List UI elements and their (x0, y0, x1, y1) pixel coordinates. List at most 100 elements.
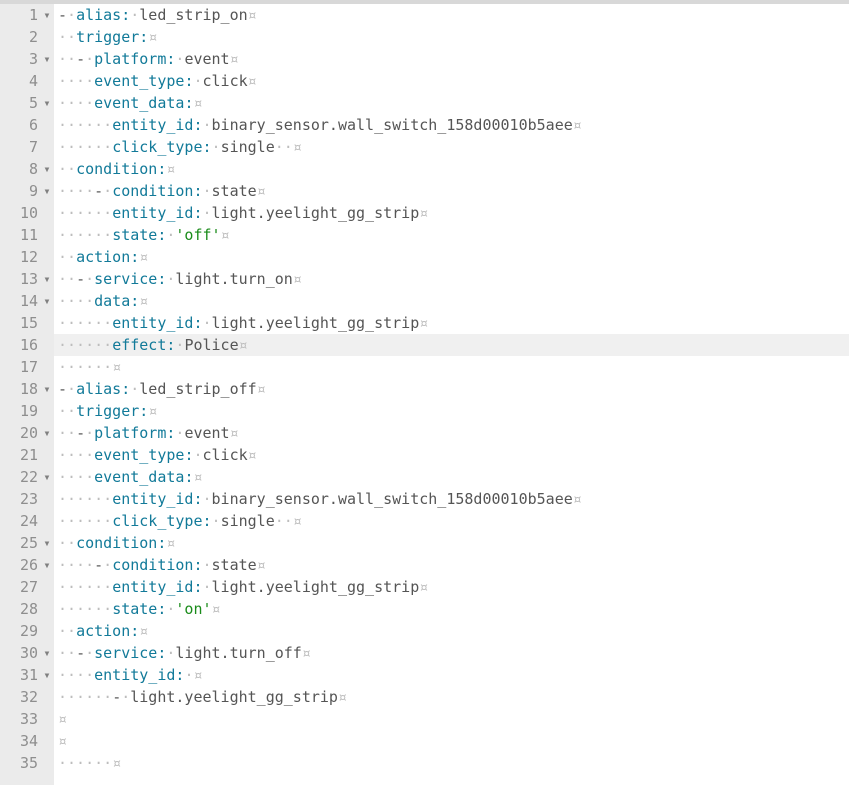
code-line[interactable]: ······entity_id:·light.yeelight_gg_strip… (54, 576, 849, 598)
yaml-key: event_data (94, 94, 184, 112)
code-line[interactable]: ··action:¤ (54, 620, 849, 642)
whitespace-dots: ·· (275, 512, 293, 530)
fold-toggle-icon[interactable]: ▾ (40, 92, 54, 114)
code-line[interactable]: ······state:·'off'¤ (54, 224, 849, 246)
yaml-value: state (212, 182, 257, 200)
fold-toggle-icon[interactable]: ▾ (40, 554, 54, 576)
fold-toggle-icon[interactable]: ▾ (40, 532, 54, 554)
yaml-key: entity_id (94, 666, 175, 684)
yaml-key: service (94, 644, 157, 662)
code-line[interactable]: ····-·condition:·state¤ (54, 180, 849, 202)
code-line[interactable]: ····-·condition:·state¤ (54, 554, 849, 576)
fold-toggle-icon[interactable]: ▾ (40, 4, 54, 26)
whitespace-dots: ···· (58, 292, 94, 310)
newline-glyph: ¤ (58, 710, 67, 728)
yaml-key: alias (76, 380, 121, 398)
code-line[interactable]: ······entity_id:·binary_sensor.wall_swit… (54, 114, 849, 136)
whitespace-dots: · (85, 50, 94, 68)
newline-glyph: ¤ (193, 468, 202, 486)
code-line[interactable]: ······-·light.yeelight_gg_strip¤ (54, 686, 849, 708)
newline-glyph: ¤ (573, 490, 582, 508)
code-line[interactable]: ····event_type:·click¤ (54, 70, 849, 92)
newline-glyph: ¤ (212, 600, 221, 618)
newline-glyph: ¤ (419, 314, 428, 332)
whitespace-dots: ······ (58, 754, 112, 772)
whitespace-dots: · (203, 490, 212, 508)
line-number: 28 (0, 598, 42, 620)
yaml-value: binary_sensor.wall_switch_158d00010b5aee (212, 490, 573, 508)
yaml-dash: - (112, 688, 121, 706)
newline-glyph: ¤ (302, 644, 311, 662)
code-line[interactable]: ··action:¤ (54, 246, 849, 268)
yaml-key: alias (76, 6, 121, 24)
fold-toggle-icon[interactable]: ▾ (40, 466, 54, 488)
code-line[interactable]: ··condition:¤ (54, 532, 849, 554)
fold-column[interactable]: ▾▾▾▾▾▾▾▾▾▾▾▾▾▾ (42, 4, 54, 785)
line-number: 21 (0, 444, 42, 466)
code-line[interactable]: -·alias:·led_strip_off¤ (54, 378, 849, 400)
line-number: 17 (0, 356, 42, 378)
whitespace-dots: ·· (58, 28, 76, 46)
code-editor[interactable]: 1234567891011121314151617181920212223242… (0, 0, 849, 785)
whitespace-dots: ······ (58, 688, 112, 706)
code-line[interactable]: ······entity_id:·light.yeelight_gg_strip… (54, 202, 849, 224)
yaml-colon: : (121, 380, 130, 398)
code-line[interactable]: ······click_type:·single··¤ (54, 136, 849, 158)
yaml-key: event_type (94, 446, 184, 464)
line-number: 6 (0, 114, 42, 136)
yaml-key: click_type (112, 138, 202, 156)
yaml-string: 'on' (175, 600, 211, 618)
code-line[interactable]: ····event_type:·click¤ (54, 444, 849, 466)
code-line[interactable]: ··-·service:·light.turn_on¤ (54, 268, 849, 290)
code-line[interactable]: ······¤ (54, 356, 849, 378)
code-line[interactable]: ¤ (54, 730, 849, 752)
code-line[interactable]: ······state:·'on'¤ (54, 598, 849, 620)
fold-toggle-icon[interactable]: ▾ (40, 48, 54, 70)
code-line[interactable]: ··-·platform:·event¤ (54, 422, 849, 444)
line-number: 23 (0, 488, 42, 510)
code-line[interactable]: ··-·platform:·event¤ (54, 48, 849, 70)
line-number: 1 (0, 4, 42, 26)
yaml-key: action (76, 248, 130, 266)
code-line[interactable]: ······entity_id:·binary_sensor.wall_swit… (54, 488, 849, 510)
code-line[interactable]: ····data:¤ (54, 290, 849, 312)
newline-glyph: ¤ (230, 50, 239, 68)
code-line[interactable]: ····entity_id:·¤ (54, 664, 849, 686)
code-line[interactable]: ······click_type:·single··¤ (54, 510, 849, 532)
code-line[interactable]: ··trigger:¤ (54, 400, 849, 422)
code-line[interactable]: ····event_data:¤ (54, 466, 849, 488)
newline-glyph: ¤ (248, 6, 257, 24)
fold-toggle-icon[interactable]: ▾ (40, 290, 54, 312)
line-number: 3 (0, 48, 42, 70)
line-number: 14 (0, 290, 42, 312)
fold-toggle-icon[interactable]: ▾ (40, 268, 54, 290)
yaml-key: state (112, 600, 157, 618)
code-line[interactable]: ··condition:¤ (54, 158, 849, 180)
whitespace-dots: · (85, 424, 94, 442)
whitespace-dots: ···· (58, 468, 94, 486)
fold-toggle-icon[interactable]: ▾ (40, 664, 54, 686)
yaml-colon: : (139, 402, 148, 420)
code-line[interactable]: -·alias:·led_strip_on¤ (54, 4, 849, 26)
fold-toggle-icon[interactable]: ▾ (40, 158, 54, 180)
code-line[interactable]: ······¤ (54, 752, 849, 774)
newline-glyph: ¤ (139, 292, 148, 310)
code-line[interactable]: ······entity_id:·light.yeelight_gg_strip… (54, 312, 849, 334)
yaml-key: trigger (76, 402, 139, 420)
code-line[interactable]: ····event_data:¤ (54, 92, 849, 114)
fold-toggle-icon[interactable]: ▾ (40, 642, 54, 664)
code-line[interactable]: ··trigger:¤ (54, 26, 849, 48)
fold-toggle-icon[interactable]: ▾ (40, 422, 54, 444)
code-line[interactable]: ¤ (54, 708, 849, 730)
line-number: 15 (0, 312, 42, 334)
line-number: 20 (0, 422, 42, 444)
fold-toggle-icon[interactable]: ▾ (40, 180, 54, 202)
yaml-dash: - (76, 424, 85, 442)
code-line[interactable]: ······effect:·Police¤ (54, 334, 849, 356)
code-line[interactable]: ··-·service:·light.turn_off¤ (54, 642, 849, 664)
code-area[interactable]: -·alias:·led_strip_on¤··trigger:¤··-·pla… (54, 4, 849, 785)
line-number: 18 (0, 378, 42, 400)
line-number: 4 (0, 70, 42, 92)
yaml-key: condition (112, 556, 193, 574)
fold-toggle-icon[interactable]: ▾ (40, 378, 54, 400)
